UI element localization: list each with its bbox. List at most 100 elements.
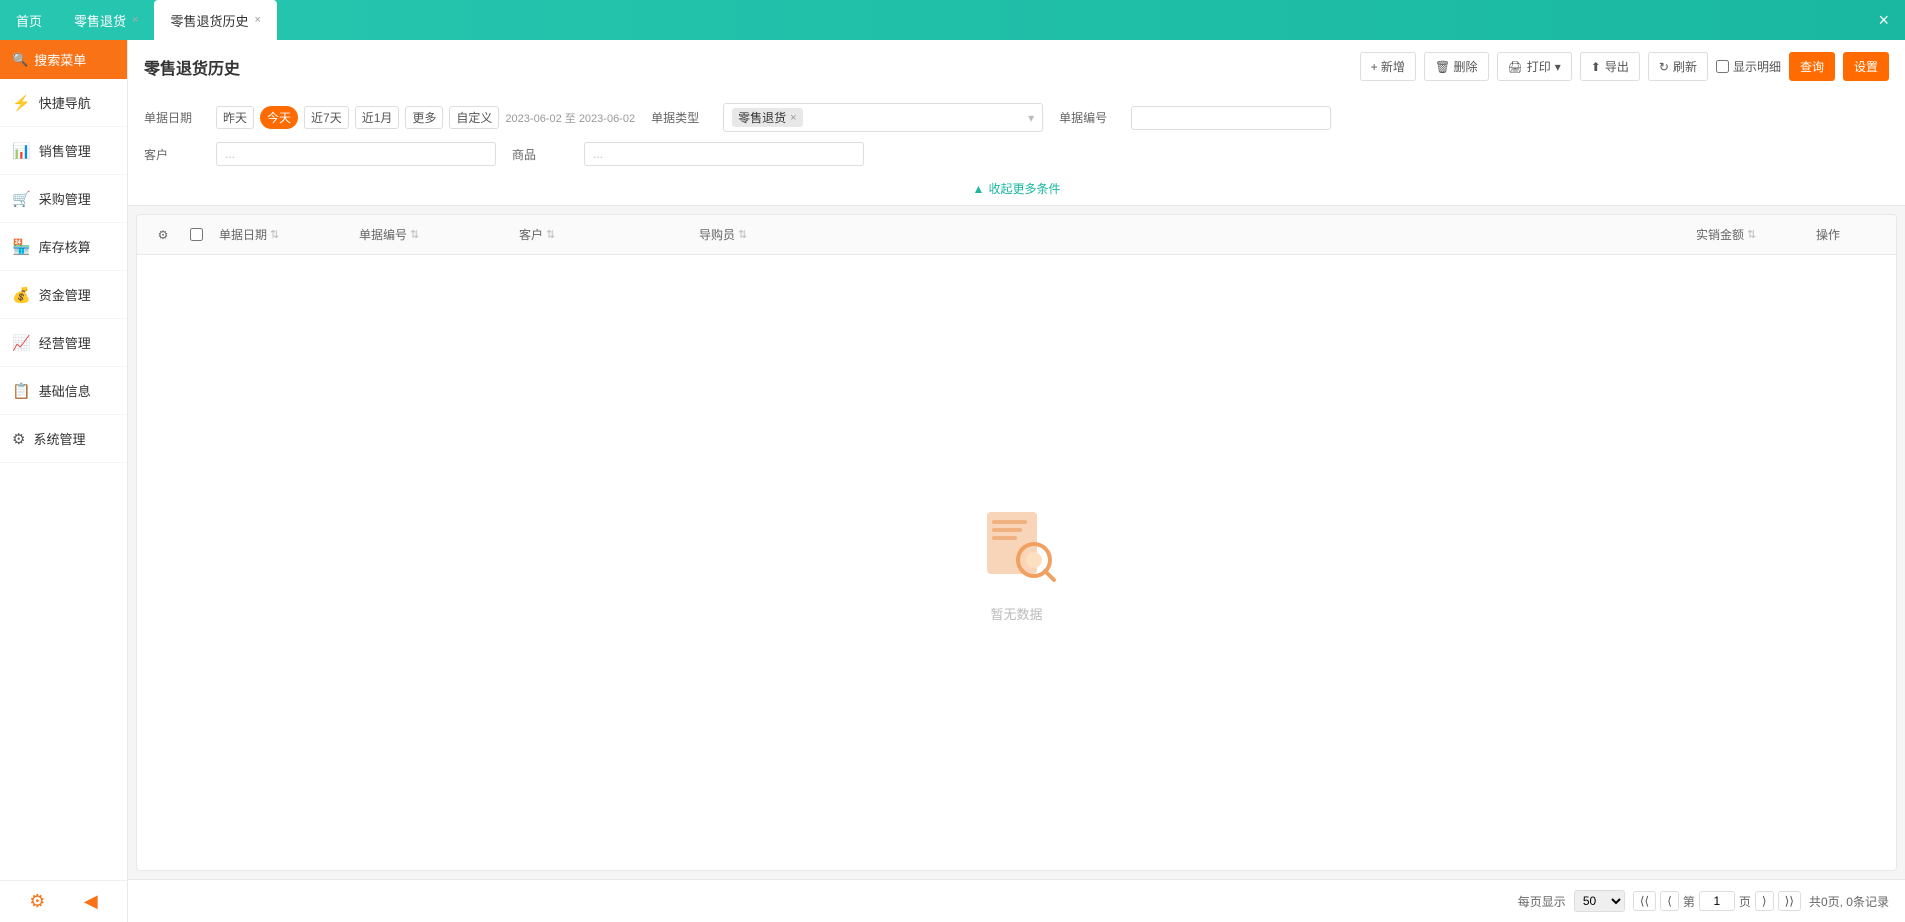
page-title: 零售退货历史 [144,55,240,79]
empty-state-icon [972,502,1062,592]
page-header: 零售退货历史 + 新增 🗑 删除 🖨 打印 ▾ ⬆ 导出 ↻ [128,40,1905,206]
setting-button[interactable]: 设置 [1843,52,1889,81]
page-title-row: 零售退货历史 + 新增 🗑 删除 🖨 打印 ▾ ⬆ 导出 ↻ [144,52,1889,81]
operations-icon: 📈 [12,334,31,352]
toolbar: + 新增 🗑 删除 🖨 打印 ▾ ⬆ 导出 ↻ 刷新 [1360,52,1889,81]
page-nav: ⟨⟨ ⟨ 第 页 ⟩ ⟩⟩ [1633,891,1801,911]
type-selected-tag: 零售退货 × [732,108,802,127]
th-action: 操作 [1808,226,1888,243]
tab-retail-return-history[interactable]: 零售退货历史 × [154,0,276,40]
th-date: 单据日期 ⇅ [211,226,351,243]
goods-select-box[interactable]: ... [584,142,864,166]
filter-row-date: 单据日期 昨天 今天 近7天 近1月 更多 自定义 2023-06-02 至 2… [144,103,1889,132]
next-page-btn[interactable]: ⟩ [1755,891,1774,911]
settings-bottom-icon[interactable]: ⚙ [29,891,45,912]
date-sort-icon[interactable]: ⇅ [270,228,279,241]
filter-row-customer: 客户 ... 商品 ... [144,142,1889,166]
sidebar-item-quick-nav[interactable]: ⚡ 快捷导航 [0,79,127,127]
date-filter: 昨天 今天 近7天 近1月 更多 自定义 2023-06-02 至 2023-0… [216,106,635,129]
date-filter-label: 单据日期 [144,109,200,126]
sidebar-item-inventory[interactable]: 🏪 库存核算 [0,223,127,271]
prev-page-btn[interactable]: ⟨ [1660,891,1679,911]
refresh-icon: ↻ [1659,60,1669,74]
tab-retail-return[interactable]: 零售退货 × [58,0,154,40]
table-area: ⚙ 单据日期 ⇅ 单据编号 ⇅ 客户 ⇅ 导购员 [136,214,1897,871]
print-dropdown-icon: ▾ [1555,60,1561,74]
sidebar-item-finance[interactable]: 💰 资金管理 [0,271,127,319]
page-unit: 页 [1739,893,1751,910]
th-guide: 导购员 ⇅ [691,226,851,243]
th-checkbox[interactable] [181,228,211,241]
collapse-filter-btn[interactable]: ▲ 收起更多条件 [144,176,1889,205]
finance-icon: 💰 [12,286,31,304]
basic-info-icon: 📋 [12,382,31,400]
table-header: ⚙ 单据日期 ⇅ 单据编号 ⇅ 客户 ⇅ 导购员 [137,215,1896,255]
docnum-input[interactable] [1131,106,1331,130]
first-page-btn[interactable]: ⟨⟨ [1633,891,1656,911]
date-custom[interactable]: 自定义 [449,106,499,129]
sidebar-item-purchase[interactable]: 🛒 采购管理 [0,175,127,223]
customer-sort-icon[interactable]: ⇅ [546,228,555,241]
guide-sort-icon[interactable]: ⇅ [738,228,747,241]
search-icon: 🔍 [12,52,28,68]
goods-filter-label: 商品 [512,146,568,163]
topbar-tabs: 首页 零售退货 × 零售退货历史 × [0,0,1862,40]
type-filter-label: 单据类型 [651,109,707,126]
refresh-button[interactable]: ↻ 刷新 [1648,52,1708,81]
docnum-sort-icon[interactable]: ⇅ [410,228,419,241]
per-page-select[interactable]: 50 10 20 100 [1574,890,1625,912]
new-button[interactable]: + 新增 [1360,52,1416,81]
sidebar-item-basic-info[interactable]: 📋 基础信息 [0,367,127,415]
customer-select-box[interactable]: ... [216,142,496,166]
type-tag-remove[interactable]: × [790,112,796,124]
docnum-filter-label: 单据编号 [1059,109,1115,126]
customer-filter-label: 客户 [144,146,200,163]
close-retail-return-history-tab[interactable]: × [254,14,260,26]
sidebar-item-sales[interactable]: 📊 销售管理 [0,127,127,175]
pagination: 每页显示 50 10 20 100 ⟨⟨ ⟨ 第 页 ⟩ ⟩⟩ 共0页, 0条记… [128,879,1905,922]
sidebar: 🔍 搜索菜单 ⚡ 快捷导航 📊 销售管理 🛒 采购管理 🏪 库存核算 💰 资金管… [0,40,128,922]
display-toggle[interactable]: 显示明细 [1716,58,1781,75]
page-label: 第 [1683,893,1695,910]
th-settings[interactable]: ⚙ [145,228,181,242]
collapse-sidebar-icon[interactable]: ◀ [84,891,98,912]
query-button[interactable]: 查询 [1789,52,1835,81]
total-label: 共0页, 0条记录 [1809,893,1889,910]
last-page-btn[interactable]: ⟩⟩ [1778,891,1801,911]
sidebar-item-system[interactable]: ⚙ 系统管理 [0,415,127,463]
delete-button[interactable]: 🗑 删除 [1424,52,1489,81]
select-all-checkbox[interactable] [190,228,203,241]
collapse-icon: ▲ [973,182,985,196]
type-dropdown-icon[interactable]: ▾ [1028,111,1034,125]
window-close-button[interactable]: × [1862,10,1905,31]
purchase-icon: 🛒 [12,190,31,208]
empty-text: 暂无数据 [990,604,1042,623]
date-today[interactable]: 今天 [260,106,298,129]
th-amount: 实销金额 ⇅ [1688,226,1808,243]
sidebar-bottom: ⚙ ◀ [0,880,127,922]
page-input[interactable] [1699,891,1735,911]
export-button[interactable]: ⬆ 导出 [1580,52,1640,81]
content-area: 零售退货历史 + 新增 🗑 删除 🖨 打印 ▾ ⬆ 导出 ↻ [128,40,1905,922]
print-icon: 🖨 [1508,60,1523,74]
table-settings-icon[interactable]: ⚙ [158,228,169,242]
type-select-box[interactable]: 零售退货 × ▾ [723,103,1043,132]
date-more[interactable]: 更多 [405,106,443,129]
filter-area: 单据日期 昨天 今天 近7天 近1月 更多 自定义 2023-06-02 至 2… [144,93,1889,205]
date-yesterday[interactable]: 昨天 [216,106,254,129]
print-button[interactable]: 🖨 打印 ▾ [1497,52,1572,81]
th-docnum: 单据编号 ⇅ [351,226,511,243]
amount-sort-icon[interactable]: ⇅ [1747,228,1756,241]
display-detail-checkbox[interactable] [1716,60,1729,73]
date-range-display: 2023-06-02 至 2023-06-02 [505,110,635,126]
sidebar-search[interactable]: 🔍 搜索菜单 [0,40,127,79]
date-1month[interactable]: 近1月 [355,106,400,129]
empty-state: 暂无数据 [137,255,1896,870]
main-layout: 🔍 搜索菜单 ⚡ 快捷导航 📊 销售管理 🛒 采购管理 🏪 库存核算 💰 资金管… [0,40,1905,922]
tab-home[interactable]: 首页 [0,0,58,40]
date-7days[interactable]: 近7天 [304,106,349,129]
close-retail-return-tab[interactable]: × [132,14,138,26]
system-icon: ⚙ [12,430,25,448]
sidebar-item-operations[interactable]: 📈 经营管理 [0,319,127,367]
quick-nav-icon: ⚡ [12,94,31,112]
